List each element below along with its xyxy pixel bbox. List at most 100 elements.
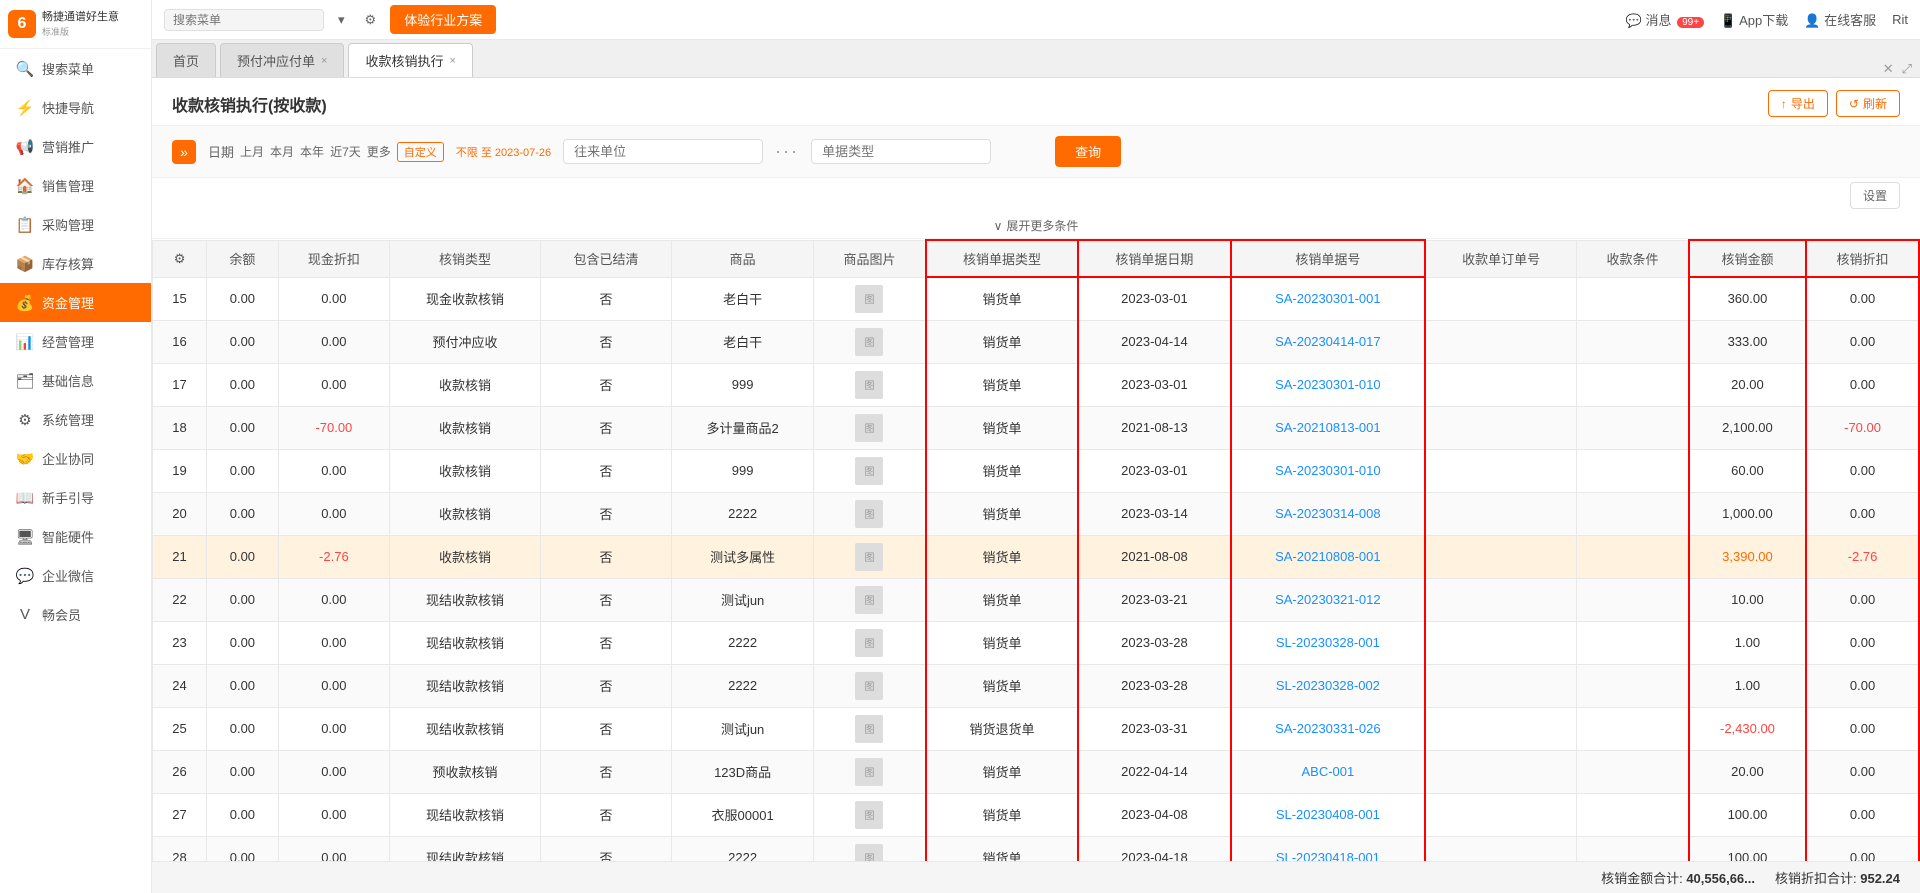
- sidebar-label-newbie: 新手引导: [42, 488, 94, 507]
- page-actions: ↑ 导出 ↺ 刷新: [1768, 90, 1900, 117]
- cell-verify-discount: 0.00: [1806, 578, 1919, 621]
- verify-bill-no-link[interactable]: SA-20230414-017: [1275, 334, 1381, 349]
- this-year-link[interactable]: 本年: [300, 143, 324, 160]
- cell-receipt-cond: [1577, 793, 1689, 836]
- cell-cash-discount: 0.00: [278, 277, 389, 320]
- verify-bill-no-link[interactable]: SA-20230301-010: [1275, 377, 1381, 392]
- verify-bill-no-link[interactable]: SA-20230314-008: [1275, 506, 1381, 521]
- cell-verify-bill-no[interactable]: ABC-001: [1231, 750, 1425, 793]
- table-row: 26 0.00 0.00 预收款核销 否 123D商品 图 销货单 2022-0…: [153, 750, 1920, 793]
- verify-bill-no-link[interactable]: ABC-001: [1301, 764, 1354, 779]
- verify-bill-no-link[interactable]: SA-20230331-026: [1275, 721, 1381, 736]
- cell-receipt-cond: [1577, 449, 1689, 492]
- sidebar-item-purchase[interactable]: 📋 采购管理: [0, 205, 151, 244]
- cell-verify-amount: 1.00: [1689, 621, 1806, 664]
- query-button[interactable]: 查询: [1055, 136, 1121, 167]
- sidebar-item-newbie[interactable]: 📖 新手引导: [0, 478, 151, 517]
- cell-verify-bill-no[interactable]: SL-20230328-001: [1231, 621, 1425, 664]
- sidebar-item-system[interactable]: ⚙ 系统管理: [0, 400, 151, 439]
- cell-verify-discount: 0.00: [1806, 363, 1919, 406]
- refresh-button[interactable]: ↺ 刷新: [1836, 90, 1900, 117]
- cell-verify-amount: 100.00: [1689, 836, 1806, 861]
- sidebar-item-inventory[interactable]: 📦 库存核算: [0, 244, 151, 283]
- sidebar-item-sales[interactable]: 🏠 销售管理: [0, 166, 151, 205]
- col-settings[interactable]: ⚙: [153, 240, 207, 277]
- user-name[interactable]: Rit: [1892, 12, 1908, 27]
- sidebar-item-operations[interactable]: 📊 经营管理: [0, 322, 151, 361]
- filter-toggle-button[interactable]: »: [172, 140, 196, 164]
- this-month-link[interactable]: 本月: [270, 143, 294, 160]
- hardware-icon: 🖥: [16, 528, 34, 546]
- verify-bill-no-link[interactable]: SA-20230301-001: [1275, 291, 1381, 306]
- tab-receivable[interactable]: 收款核销执行 ×: [348, 43, 472, 77]
- cell-verify-bill-no[interactable]: SA-20230414-017: [1231, 320, 1425, 363]
- cell-verify-bill-no[interactable]: SA-20230301-001: [1231, 277, 1425, 320]
- table-setting-button[interactable]: 设置: [1850, 182, 1900, 209]
- app-download-link[interactable]: 📱 App下载: [1720, 10, 1788, 29]
- cell-goods: 2222: [672, 492, 814, 535]
- cell-goods: 衣服00001: [672, 793, 814, 836]
- tab-home[interactable]: 首页: [156, 43, 216, 77]
- sidebar-item-wechat[interactable]: 💬 企业微信: [0, 556, 151, 595]
- expand-more-button[interactable]: ∨ 展开更多条件: [994, 217, 1079, 234]
- verify-bill-no-link[interactable]: SA-20210808-001: [1275, 549, 1381, 564]
- cell-verify-bill-no[interactable]: SL-20230328-002: [1231, 664, 1425, 707]
- verify-bill-no-link[interactable]: SA-20210813-001: [1275, 420, 1381, 435]
- sidebar-item-quick-nav[interactable]: ⚡ 快捷导航: [0, 88, 151, 127]
- marketing-icon: 📢: [16, 138, 34, 156]
- cell-verify-bill-no[interactable]: SL-20230408-001: [1231, 793, 1425, 836]
- sidebar-label-enterprise: 企业协同: [42, 449, 94, 468]
- cell-receipt-cond: [1577, 836, 1689, 861]
- cell-verify-bill-no[interactable]: SL-20230418-001: [1231, 836, 1425, 861]
- cell-verify-type: 预付冲应收: [390, 320, 541, 363]
- sidebar-item-finance[interactable]: 💰 资金管理: [0, 283, 151, 322]
- cell-receipt-cond: [1577, 707, 1689, 750]
- source-unit-ellipsis[interactable]: ···: [775, 141, 799, 162]
- cell-verify-amount: 333.00: [1689, 320, 1806, 363]
- tab-receivable-close[interactable]: ×: [449, 55, 455, 67]
- prev-month-link[interactable]: 上月: [240, 143, 264, 160]
- cell-verify-bill-no[interactable]: SA-20230301-010: [1231, 363, 1425, 406]
- table-row: 28 0.00 0.00 现结收款核销 否 2222 图 销货单 2023-04…: [153, 836, 1920, 861]
- window-expand-icon[interactable]: ⤢: [1902, 61, 1912, 77]
- sidebar-item-enterprise[interactable]: 🤝 企业协同: [0, 439, 151, 478]
- verify-bill-no-link[interactable]: SA-20230321-012: [1275, 592, 1381, 607]
- cell-verify-bill-no[interactable]: SA-20230321-012: [1231, 578, 1425, 621]
- cell-verify-bill-type: 销货单: [926, 363, 1078, 406]
- sidebar-item-member[interactable]: V 畅会员: [0, 595, 151, 634]
- cell-cash-discount: 0.00: [278, 836, 389, 861]
- more-link[interactable]: 更多: [367, 143, 391, 160]
- verify-bill-no-link[interactable]: SA-20230301-010: [1275, 463, 1381, 478]
- sidebar-item-search[interactable]: 🔍 搜索菜单: [0, 49, 151, 88]
- table-footer: 核销金额合计: 40,556,66... 核销折扣合计: 952.24: [152, 861, 1920, 893]
- cell-verify-bill-no[interactable]: SA-20230314-008: [1231, 492, 1425, 535]
- sidebar-item-hardware[interactable]: 🖥 智能硬件: [0, 517, 151, 556]
- export-button[interactable]: ↑ 导出: [1768, 90, 1828, 117]
- verify-bill-no-link[interactable]: SL-20230418-001: [1276, 850, 1380, 861]
- cell-verify-bill-no[interactable]: SA-20210808-001: [1231, 535, 1425, 578]
- verify-bill-no-link[interactable]: SL-20230328-002: [1276, 678, 1380, 693]
- col-goods-img: 商品图片: [814, 240, 926, 277]
- tab-prepay-close[interactable]: ×: [321, 55, 327, 67]
- cell-verify-bill-no[interactable]: SA-20210813-001: [1231, 406, 1425, 449]
- settings-icon[interactable]: ⚙: [359, 8, 383, 32]
- sidebar-item-basic[interactable]: 🗂 基础信息: [0, 361, 151, 400]
- window-close-icon[interactable]: ✕: [1883, 61, 1894, 77]
- verify-bill-no-link[interactable]: SL-20230408-001: [1276, 807, 1380, 822]
- sidebar-item-marketing[interactable]: 📢 营销推广: [0, 127, 151, 166]
- industry-solution-button[interactable]: 体验行业方案: [390, 5, 496, 34]
- cell-verify-bill-no[interactable]: SA-20230331-026: [1231, 707, 1425, 750]
- source-unit-input[interactable]: [563, 139, 763, 164]
- verify-bill-no-link[interactable]: SL-20230328-001: [1276, 635, 1380, 650]
- online-service-link[interactable]: 👤 在线客服: [1804, 10, 1876, 29]
- search-input[interactable]: [164, 9, 324, 31]
- cell-receipt-cond: [1577, 750, 1689, 793]
- messages-link[interactable]: 💬 消息 99+: [1626, 10, 1704, 29]
- custom-link[interactable]: 自定义: [397, 142, 444, 162]
- cell-verify-bill-no[interactable]: SA-20230301-010: [1231, 449, 1425, 492]
- last7-link[interactable]: 近7天: [330, 143, 361, 160]
- cell-verify-type: 现结收款核销: [390, 793, 541, 836]
- chevron-down-icon[interactable]: ▾: [332, 8, 351, 32]
- bill-type-input[interactable]: [811, 139, 991, 164]
- tab-prepay[interactable]: 预付冲应付单 ×: [220, 43, 344, 77]
